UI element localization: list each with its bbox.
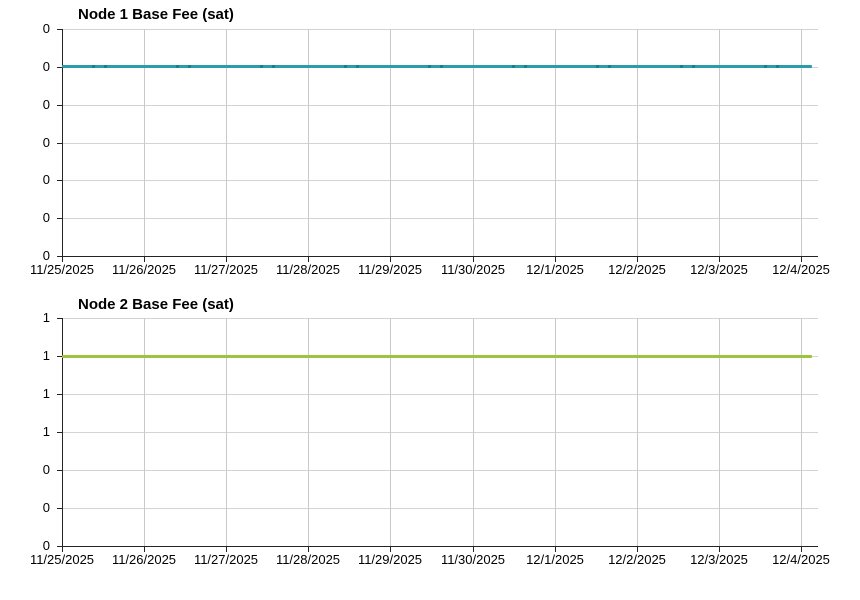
gridline-horizontal bbox=[62, 394, 818, 395]
gridline-horizontal bbox=[62, 432, 818, 433]
y-axis-tick-mark bbox=[57, 508, 62, 509]
x-axis-tick-label: 11/28/2025 bbox=[275, 552, 341, 567]
dual-base-fee-charts: Node 1 Base Fee (sat) 0 0 0 0 0 0 0 11/25/2025 1… bbox=[0, 0, 860, 600]
gridline-vertical bbox=[473, 318, 474, 546]
y-axis-tick-label: 1 bbox=[42, 348, 50, 363]
gridline-vertical bbox=[719, 318, 720, 546]
gridline-vertical bbox=[144, 318, 145, 546]
x-axis-tick-label: 11/30/2025 bbox=[440, 552, 506, 567]
gridline-vertical bbox=[308, 318, 309, 546]
gridline-vertical bbox=[801, 318, 802, 546]
y-axis-tick-label: 1 bbox=[42, 424, 50, 439]
series-line-2 bbox=[62, 355, 812, 358]
x-axis-tick-label: 11/27/2025 bbox=[193, 552, 259, 567]
gridline-vertical bbox=[390, 318, 391, 546]
x-axis-tick-label: 12/4/2025 bbox=[772, 552, 830, 567]
y-axis-tick-mark bbox=[57, 318, 62, 319]
x-axis-tick-label: 11/29/2025 bbox=[357, 552, 423, 567]
gridline-vertical bbox=[637, 318, 638, 546]
x-axis-tick-label: 12/2/2025 bbox=[608, 552, 666, 567]
y-axis-tick-label: 0 bbox=[42, 462, 50, 477]
y-axis-tick-mark bbox=[57, 394, 62, 395]
y-axis-tick-mark bbox=[57, 432, 62, 433]
y-axis-tick-label: 1 bbox=[42, 386, 50, 401]
x-axis-tick-label: 11/26/2025 bbox=[111, 552, 177, 567]
gridline-vertical bbox=[226, 318, 227, 546]
chart-title: Node 2 Base Fee (sat) bbox=[78, 296, 234, 313]
x-axis-line bbox=[62, 546, 818, 547]
x-axis-tick-label: 12/1/2025 bbox=[526, 552, 584, 567]
chart-node-2-base-fee: Node 2 Base Fee (sat) 1 1 1 1 0 0 0 11/25/2025 1… bbox=[0, 0, 860, 600]
gridline-horizontal bbox=[62, 318, 818, 319]
x-axis-tick-label: 11/25/2025 bbox=[29, 552, 95, 567]
x-axis-tick-label: 12/3/2025 bbox=[690, 552, 748, 567]
y-axis-tick-mark bbox=[57, 470, 62, 471]
gridline-horizontal bbox=[62, 508, 818, 509]
y-axis-tick-label: 0 bbox=[42, 500, 50, 515]
gridline-horizontal bbox=[62, 470, 818, 471]
y-axis-tick-label: 1 bbox=[42, 310, 50, 325]
y-axis-line bbox=[62, 318, 63, 547]
gridline-vertical bbox=[555, 318, 556, 546]
